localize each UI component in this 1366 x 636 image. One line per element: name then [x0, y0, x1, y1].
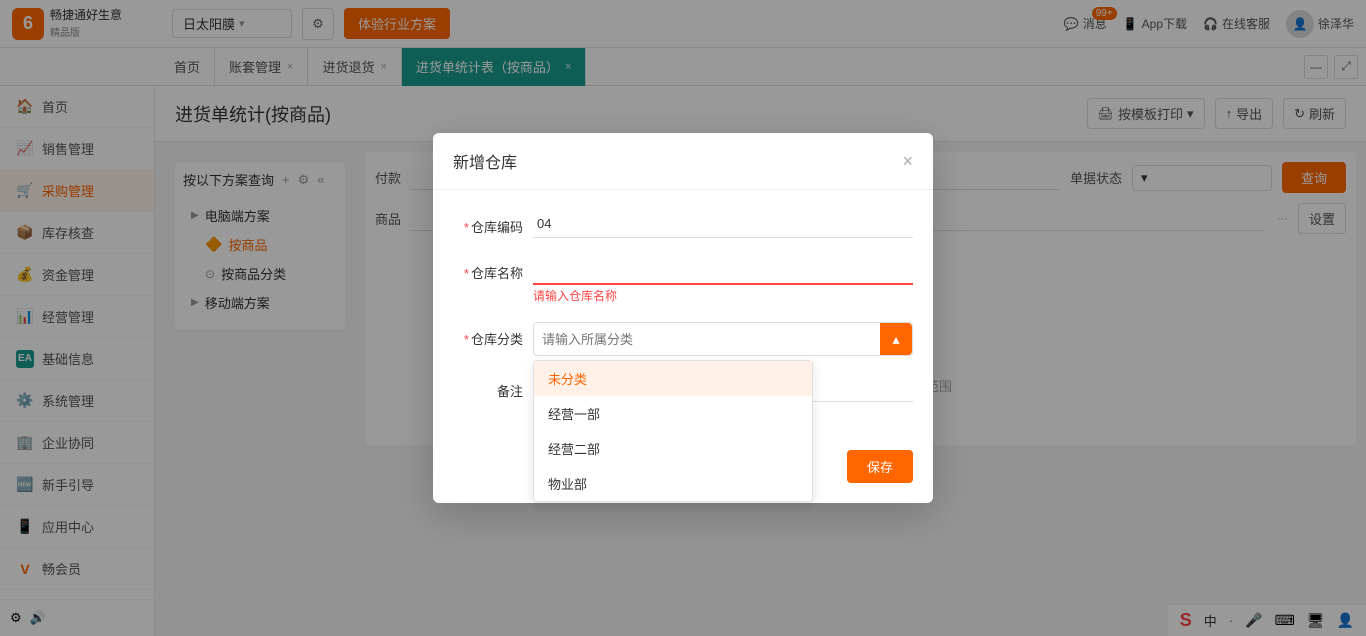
dropdown-item-2[interactable]: 经营二部: [534, 431, 812, 466]
dropdown-item-0[interactable]: 未分类: [534, 361, 812, 396]
code-control: [533, 210, 913, 238]
category-input[interactable]: [534, 326, 880, 353]
dropdown-item-3[interactable]: 物业部: [534, 466, 812, 501]
remark-label: 备注: [453, 374, 533, 400]
form-row-name: 仓库名称 请输入仓库名称: [453, 256, 913, 304]
form-row-category: 仓库分类 ▴ 未分类 经营一部 经营二部 物业部: [453, 322, 913, 356]
name-label: 仓库名称: [453, 256, 533, 282]
dialog-body: 仓库编码 仓库名称 请输入仓库名称 仓库分类 ▴: [433, 190, 933, 440]
dropdown-item-1[interactable]: 经营一部: [534, 396, 812, 431]
name-control: 请输入仓库名称: [533, 256, 913, 304]
dialog-close-btn[interactable]: ×: [902, 151, 913, 172]
code-label: 仓库编码: [453, 210, 533, 236]
overlay: 新增仓库 × 仓库编码 仓库名称 请输入仓库名称 仓库分类: [0, 0, 1366, 636]
name-error-msg: 请输入仓库名称: [533, 287, 913, 304]
category-dropdown: 未分类 经营一部 经营二部 物业部: [533, 360, 813, 502]
new-warehouse-dialog: 新增仓库 × 仓库编码 仓库名称 请输入仓库名称 仓库分类: [433, 133, 933, 503]
dialog-title: 新增仓库: [453, 149, 517, 173]
form-row-code: 仓库编码: [453, 210, 913, 238]
category-label: 仓库分类: [453, 322, 533, 348]
save-button[interactable]: 保存: [847, 450, 913, 483]
category-input-wrap: ▴: [533, 322, 913, 356]
name-input[interactable]: [533, 256, 913, 285]
category-toggle-btn[interactable]: ▴: [880, 323, 912, 355]
code-input[interactable]: [533, 210, 913, 238]
category-control: ▴ 未分类 经营一部 经营二部 物业部: [533, 322, 913, 356]
dialog-header: 新增仓库 ×: [433, 133, 933, 190]
